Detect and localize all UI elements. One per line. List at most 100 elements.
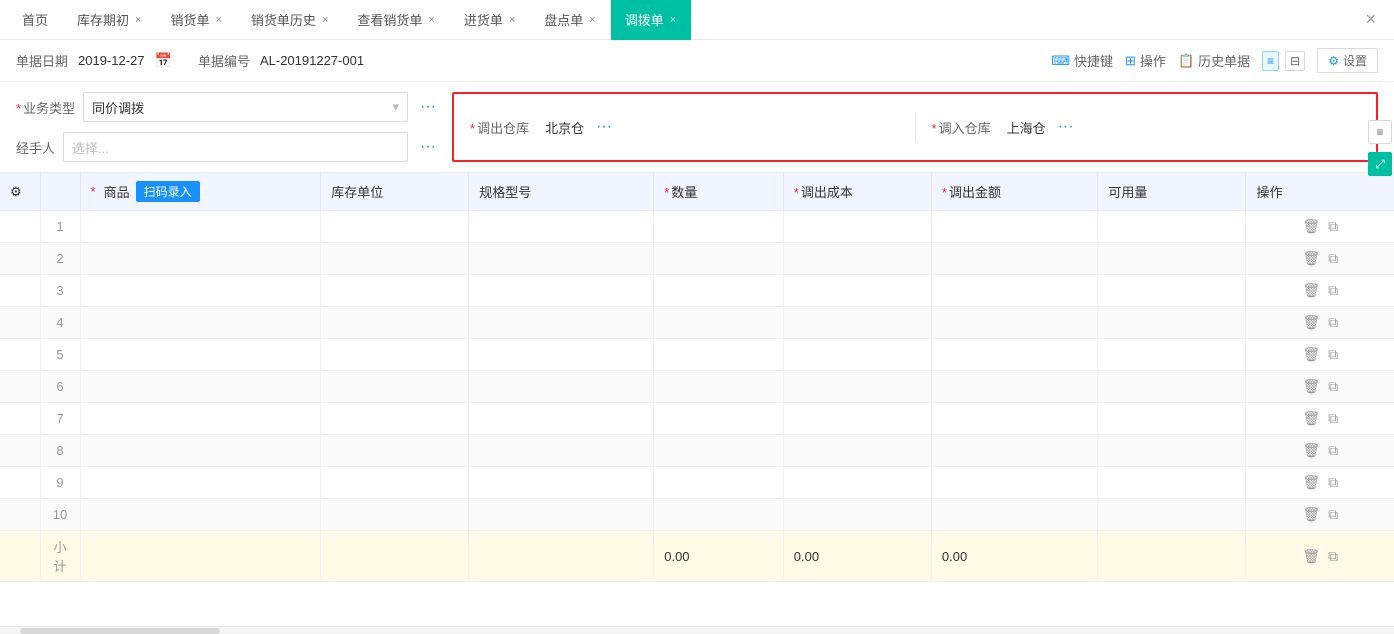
in-warehouse-more-icon[interactable]: ··· (1058, 118, 1074, 136)
row-cost-cell[interactable] (783, 339, 931, 371)
row-spec-cell[interactable] (469, 499, 654, 531)
row-cost-cell[interactable] (783, 243, 931, 275)
operations-btn[interactable]: ⊞ 操作 (1125, 51, 1166, 70)
row-qty-cell[interactable] (654, 243, 784, 275)
row-avail-cell[interactable] (1098, 371, 1246, 403)
row-qty-cell[interactable] (654, 435, 784, 467)
list-view-button[interactable]: ≡ (1262, 51, 1279, 71)
scan-entry-button[interactable]: 扫码录入 (136, 181, 200, 202)
row-spec-cell[interactable] (469, 371, 654, 403)
tab-close-transfer[interactable]: × (670, 14, 676, 26)
row-amount-cell[interactable] (931, 339, 1098, 371)
tab-purchase-order[interactable]: 进货单× (450, 0, 530, 40)
copy-row-icon[interactable]: ⧉ (1328, 378, 1338, 395)
row-cost-cell[interactable] (783, 467, 931, 499)
row-unit-cell[interactable] (321, 371, 469, 403)
copy-row-icon[interactable]: ⧉ (1328, 314, 1338, 331)
tab-close-purchase-order[interactable]: × (509, 14, 515, 26)
sidebar-expand-button[interactable]: ⤢ (1368, 152, 1392, 176)
row-avail-cell[interactable] (1098, 211, 1246, 243)
grid-view-button[interactable]: ⊟ (1285, 51, 1305, 71)
row-avail-cell[interactable] (1098, 403, 1246, 435)
row-cost-cell[interactable] (783, 499, 931, 531)
delete-row-icon[interactable]: 🗑 (1302, 282, 1320, 299)
row-product-cell[interactable] (80, 275, 321, 307)
copy-icon[interactable]: ⧉ (1328, 548, 1338, 565)
tab-close-sales-order[interactable]: × (215, 14, 221, 26)
col-header-gear[interactable]: ⚙ (0, 173, 40, 211)
row-avail-cell[interactable] (1098, 499, 1246, 531)
delete-row-icon[interactable]: 🗑 (1302, 250, 1320, 267)
row-avail-cell[interactable] (1098, 435, 1246, 467)
row-unit-cell[interactable] (321, 435, 469, 467)
row-unit-cell[interactable] (321, 339, 469, 371)
delete-row-icon[interactable]: 🗑 (1302, 410, 1320, 427)
row-qty-cell[interactable] (654, 499, 784, 531)
row-spec-cell[interactable] (469, 467, 654, 499)
row-avail-cell[interactable] (1098, 467, 1246, 499)
row-product-cell[interactable] (80, 403, 321, 435)
table-wrapper[interactable]: ⚙ * 商品 扫码录入 库存单位 规格型号 (0, 172, 1394, 626)
history-btn[interactable]: 📋 历史单据 (1178, 51, 1250, 70)
tab-view-sales[interactable]: 查看销货单× (343, 0, 449, 40)
row-product-cell[interactable] (80, 435, 321, 467)
row-avail-cell[interactable] (1098, 307, 1246, 339)
tab-sales-history[interactable]: 销货单历史× (237, 0, 343, 40)
row-product-cell[interactable] (80, 243, 321, 275)
row-product-cell[interactable] (80, 211, 321, 243)
row-unit-cell[interactable] (321, 403, 469, 435)
row-amount-cell[interactable] (931, 307, 1098, 339)
copy-row-icon[interactable]: ⧉ (1328, 474, 1338, 491)
copy-row-icon[interactable]: ⧉ (1328, 282, 1338, 299)
tab-close-inventory-init[interactable]: × (135, 14, 141, 26)
biz-type-select[interactable]: 同价调拨 ▾ (83, 92, 408, 122)
calendar-icon[interactable]: 📅 (155, 52, 172, 69)
row-unit-cell[interactable] (321, 275, 469, 307)
row-unit-cell[interactable] (321, 211, 469, 243)
delete-row-icon[interactable]: 🗑 (1302, 346, 1320, 363)
tab-close-view-sales[interactable]: × (428, 14, 434, 26)
biz-type-more-icon[interactable]: ··· (420, 98, 436, 116)
row-amount-cell[interactable] (931, 499, 1098, 531)
row-amount-cell[interactable] (931, 371, 1098, 403)
row-amount-cell[interactable] (931, 403, 1098, 435)
copy-row-icon[interactable]: ⧉ (1328, 506, 1338, 523)
out-warehouse-more-icon[interactable]: ··· (596, 118, 612, 136)
row-product-cell[interactable] (80, 467, 321, 499)
row-unit-cell[interactable] (321, 243, 469, 275)
tab-home[interactable]: 首页 (8, 0, 63, 40)
copy-row-icon[interactable]: ⧉ (1328, 218, 1338, 235)
delete-row-icon[interactable]: 🗑 (1302, 506, 1320, 523)
row-product-cell[interactable] (80, 499, 321, 531)
row-cost-cell[interactable] (783, 435, 931, 467)
row-qty-cell[interactable] (654, 467, 784, 499)
row-amount-cell[interactable] (931, 243, 1098, 275)
scrollbar-thumb[interactable] (20, 628, 220, 634)
tab-close-sales-history[interactable]: × (322, 14, 328, 26)
row-unit-cell[interactable] (321, 307, 469, 339)
copy-row-icon[interactable]: ⧉ (1328, 346, 1338, 363)
row-spec-cell[interactable] (469, 243, 654, 275)
copy-row-icon[interactable]: ⧉ (1328, 410, 1338, 427)
handler-more-icon[interactable]: ··· (420, 138, 436, 156)
row-qty-cell[interactable] (654, 211, 784, 243)
handler-select[interactable]: 选择... (63, 132, 408, 162)
delete-row-icon[interactable]: 🗑 (1302, 314, 1320, 331)
row-product-cell[interactable] (80, 371, 321, 403)
row-amount-cell[interactable] (931, 275, 1098, 307)
row-avail-cell[interactable] (1098, 275, 1246, 307)
row-cost-cell[interactable] (783, 275, 931, 307)
row-qty-cell[interactable] (654, 307, 784, 339)
row-avail-cell[interactable] (1098, 243, 1246, 275)
row-product-cell[interactable] (80, 339, 321, 371)
row-unit-cell[interactable] (321, 499, 469, 531)
shortcuts-btn[interactable]: ⌨ 快捷键 (1051, 51, 1113, 70)
row-cost-cell[interactable] (783, 307, 931, 339)
tab-transfer[interactable]: 调拨单× (611, 0, 691, 40)
row-amount-cell[interactable] (931, 467, 1098, 499)
row-cost-cell[interactable] (783, 403, 931, 435)
row-spec-cell[interactable] (469, 403, 654, 435)
delete-row-icon[interactable]: 🗑 (1302, 378, 1320, 395)
row-spec-cell[interactable] (469, 435, 654, 467)
row-qty-cell[interactable] (654, 339, 784, 371)
